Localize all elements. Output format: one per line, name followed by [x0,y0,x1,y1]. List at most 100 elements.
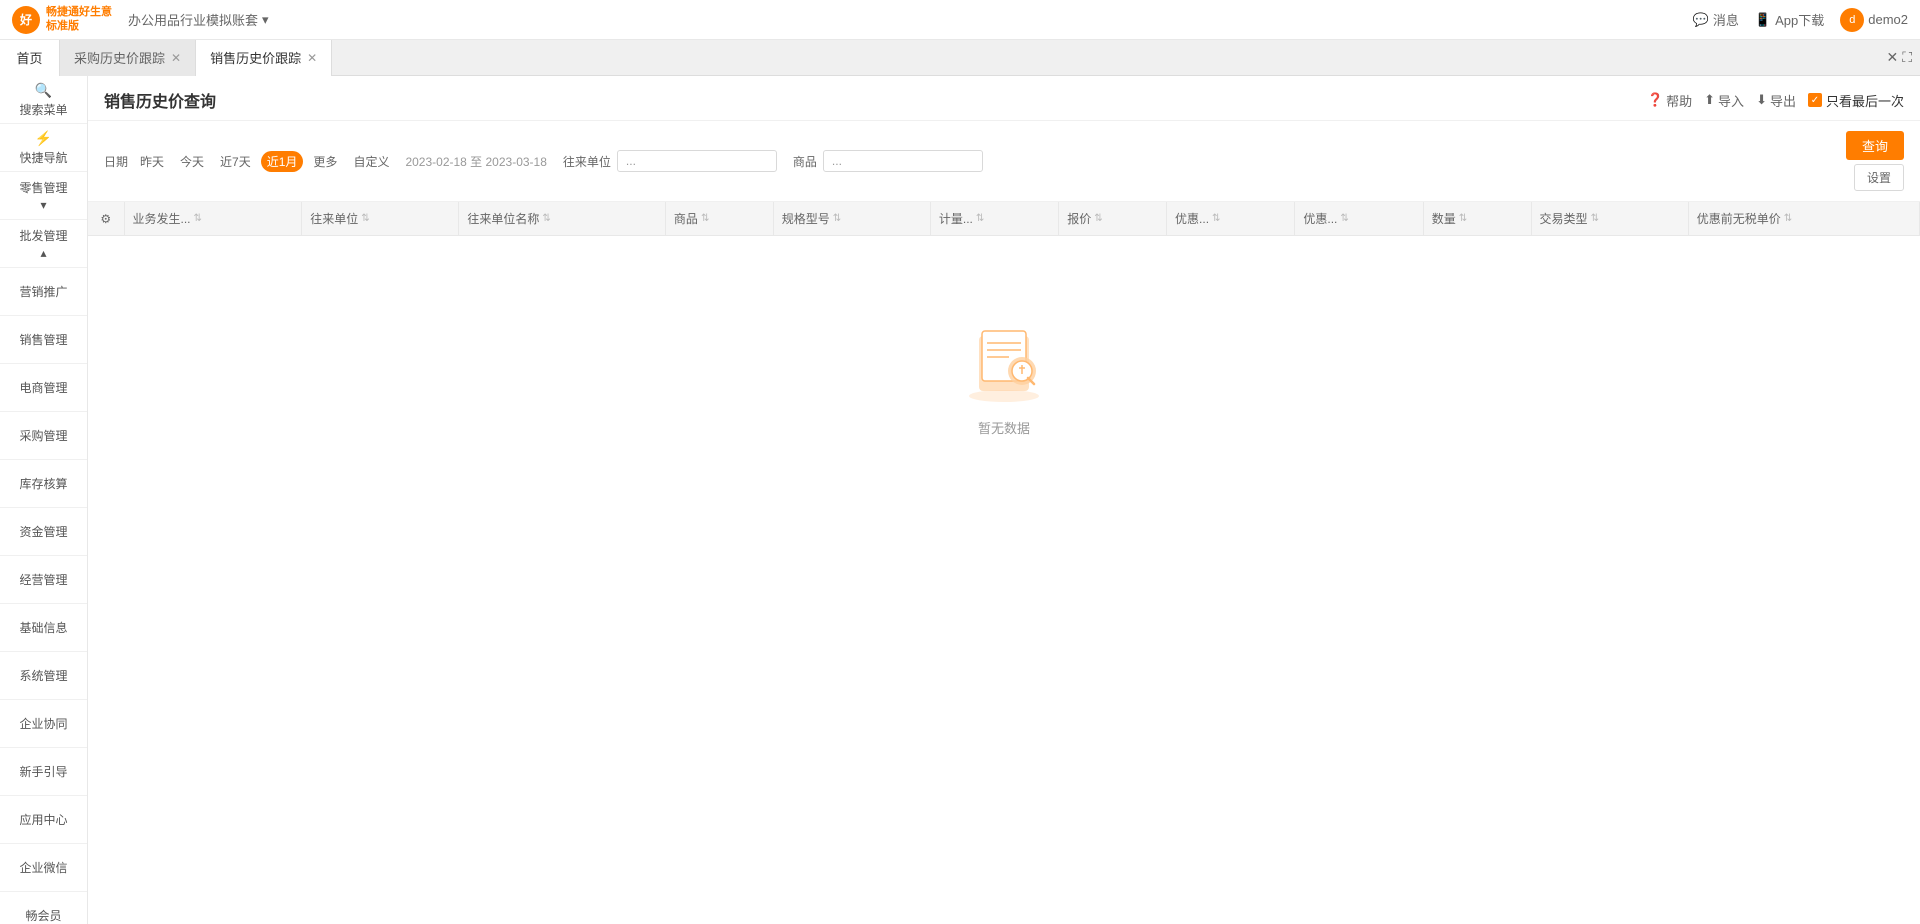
col-settings[interactable]: ⚙ [88,202,124,236]
only-last-checkbox[interactable]: ✓ [1808,93,1822,107]
retail-label: 零售管理 [19,179,67,196]
col-partner-code[interactable]: 往来单位 ⇅ [302,202,459,236]
date-range-display: 2023-02-18 至 2023-03-18 [405,153,546,170]
maximize-button[interactable]: ⛶ [1902,49,1912,66]
help-button[interactable]: ❓ 帮助 [1647,91,1692,110]
content-area: 销售历史价查询 ❓ 帮助 ⬆ 导入 ⬇ 导出 ✓ [88,76,1920,924]
partner-filter-input[interactable]: ... [617,150,777,172]
page-header-actions: ❓ 帮助 ⬆ 导入 ⬇ 导出 ✓ 只看最后一次 [1647,91,1904,110]
date-btn-today[interactable]: 今天 [174,151,210,172]
partner-input-placeholder: ... [626,154,636,168]
chevron-up-icon: ▴ [40,246,46,260]
main-layout: 🔍 搜索菜单 ⚡ 快捷导航 零售管理 ▾ 批发管理 ▴ 营销推广 销售管理 电商… [0,76,1920,924]
product-filter-group: 商品 ... [793,150,983,172]
query-button[interactable]: 查询 [1846,131,1904,160]
sidebar-item-ecommerce-mgmt[interactable]: 电商管理 [0,364,87,412]
date-btn-1month[interactable]: 近1月 [261,151,304,172]
sidebar-item-wholesale-mgmt[interactable]: 批发管理 ▴ [0,220,87,268]
user-menu[interactable]: d demo2 [1840,8,1908,32]
sidebar-item-enterprise-collab[interactable]: 企业协同 [0,700,87,748]
sort-icon-unit: ⇅ [976,213,984,224]
date-btn-custom[interactable]: 自定义 [347,151,395,172]
logo-icon: 好 [12,6,40,34]
date-btn-yesterday[interactable]: 昨天 [134,151,170,172]
product-input-placeholder: ... [832,154,842,168]
sidebar-item-member[interactable]: 畅会员 [0,892,87,924]
settings-col-icon: ⚙ [100,212,111,226]
app-selector[interactable]: 办公用品行业模拟账套 ▾ [128,10,269,29]
sidebar-item-inventory[interactable]: 库存核算 [0,460,87,508]
sort-icon-discount1: ⇅ [1212,213,1220,224]
message-button[interactable]: 💬 消息 [1693,10,1739,29]
download-icon: 📱 [1755,12,1771,28]
only-last-checkbox-label[interactable]: ✓ 只看最后一次 [1808,91,1904,110]
page-title: 销售历史价查询 [104,88,216,112]
col-quoted-price[interactable]: 报价 ⇅ [1059,202,1167,236]
sidebar-item-finance-mgmt[interactable]: 资金管理 [0,508,87,556]
sort-icon-partner-name: ⇅ [542,213,550,224]
tab-sales-history[interactable]: 销售历史价跟踪 ✕ [196,40,332,76]
date-btn-7days[interactable]: 近7天 [214,151,257,172]
close-tab-button[interactable]: ✕ [1886,49,1898,66]
col-unit[interactable]: 计量... ⇅ [930,202,1058,236]
chevron-down-icon: ▾ [262,12,269,28]
col-trade-type[interactable]: 交易类型 ⇅ [1531,202,1688,236]
sidebar-item-purchase-mgmt[interactable]: 采购管理 [0,412,87,460]
sidebar-item-operations-mgmt[interactable]: 经营管理 [0,556,87,604]
sidebar-item-app-center[interactable]: 应用中心 [0,796,87,844]
wholesale-label: 批发管理 [19,227,67,244]
top-bar: 好 畅捷通好生意 标准版 办公用品行业模拟账套 ▾ 💬 消息 📱 App下载 d… [0,0,1920,40]
col-discount2[interactable]: 优惠... ⇅ [1295,202,1423,236]
page-header: 销售历史价查询 ❓ 帮助 ⬆ 导入 ⬇ 导出 ✓ [88,76,1920,121]
import-icon: ⬆ [1704,92,1715,108]
date-filter-group: 日期 昨天 今天 近7天 近1月 更多 自定义 2023-02-18 至 202… [104,151,547,172]
page-container: 销售历史价查询 ❓ 帮助 ⬆ 导入 ⬇ 导出 ✓ [88,76,1920,924]
col-discount1[interactable]: 优惠... ⇅ [1167,202,1295,236]
empty-state: 暂无数据 [88,236,1920,517]
sidebar-item-marketing[interactable]: 营销推广 [0,268,87,316]
sidebar-item-system-mgmt[interactable]: 系统管理 [0,652,87,700]
chevron-down-icon: ▾ [40,198,46,212]
import-button[interactable]: ⬆ 导入 [1704,91,1744,110]
sort-icon-quantity: ⇅ [1459,213,1467,224]
top-bar-right: 💬 消息 📱 App下载 d demo2 [1693,8,1908,32]
empty-text: 暂无数据 [978,418,1030,437]
sort-icon-trade-type: ⇅ [1591,213,1599,224]
top-bar-left: 好 畅捷通好生意 标准版 办公用品行业模拟账套 ▾ [12,6,269,34]
sales-history-tab-close[interactable]: ✕ [307,51,317,65]
date-buttons: 昨天 今天 近7天 近1月 更多 自定义 [134,151,395,172]
tab-bar: 首页 采购历史价跟踪 ✕ 销售历史价跟踪 ✕ ✕ ⛶ [0,40,1920,76]
flash-icon: ⚡ [35,130,52,147]
sidebar-item-retail-mgmt[interactable]: 零售管理 ▾ [0,172,87,220]
col-quantity[interactable]: 数量 ⇅ [1423,202,1531,236]
col-biz-date[interactable]: 业务发生... ⇅ [124,202,302,236]
tab-purchase-history[interactable]: 采购历史价跟踪 ✕ [60,40,196,76]
col-spec[interactable]: 规格型号 ⇅ [773,202,930,236]
logo-area: 好 畅捷通好生意 标准版 [12,6,112,34]
col-product[interactable]: 商品 ⇅ [665,202,773,236]
sidebar-item-basic-info[interactable]: 基础信息 [0,604,87,652]
sidebar-item-new-guide[interactable]: 新手引导 [0,748,87,796]
settings-button[interactable]: 设置 [1854,164,1904,191]
product-filter-input[interactable]: ... [823,150,983,172]
sidebar-item-search-menu[interactable]: 🔍 搜索菜单 [0,76,87,124]
app-download-button[interactable]: 📱 App下载 [1755,10,1824,29]
avatar: d [1840,8,1864,32]
purchase-history-tab-close[interactable]: ✕ [171,51,181,65]
sidebar-item-sales-mgmt[interactable]: 销售管理 [0,316,87,364]
date-filter-label: 日期 [104,153,128,170]
tab-home[interactable]: 首页 [0,40,60,76]
col-partner-name[interactable]: 往来单位名称 ⇅ [459,202,666,236]
col-pretax-price[interactable]: 优惠前无税单价 ⇅ [1688,202,1919,236]
export-icon: ⬇ [1756,92,1767,108]
empty-illustration [954,316,1054,406]
sort-icon-pretax-price: ⇅ [1784,213,1792,224]
sort-icon-partner-code: ⇅ [361,213,369,224]
date-btn-more[interactable]: 更多 [307,151,343,172]
sidebar-item-quick-nav[interactable]: ⚡ 快捷导航 [0,124,87,172]
data-table: ⚙ 业务发生... ⇅ 往来单位 [88,202,1920,236]
purchase-history-tab-label: 采购历史价跟踪 [74,48,165,67]
product-filter-label: 商品 [793,153,817,170]
export-button[interactable]: ⬇ 导出 [1756,91,1796,110]
sidebar-item-enterprise-wechat[interactable]: 企业微信 [0,844,87,892]
